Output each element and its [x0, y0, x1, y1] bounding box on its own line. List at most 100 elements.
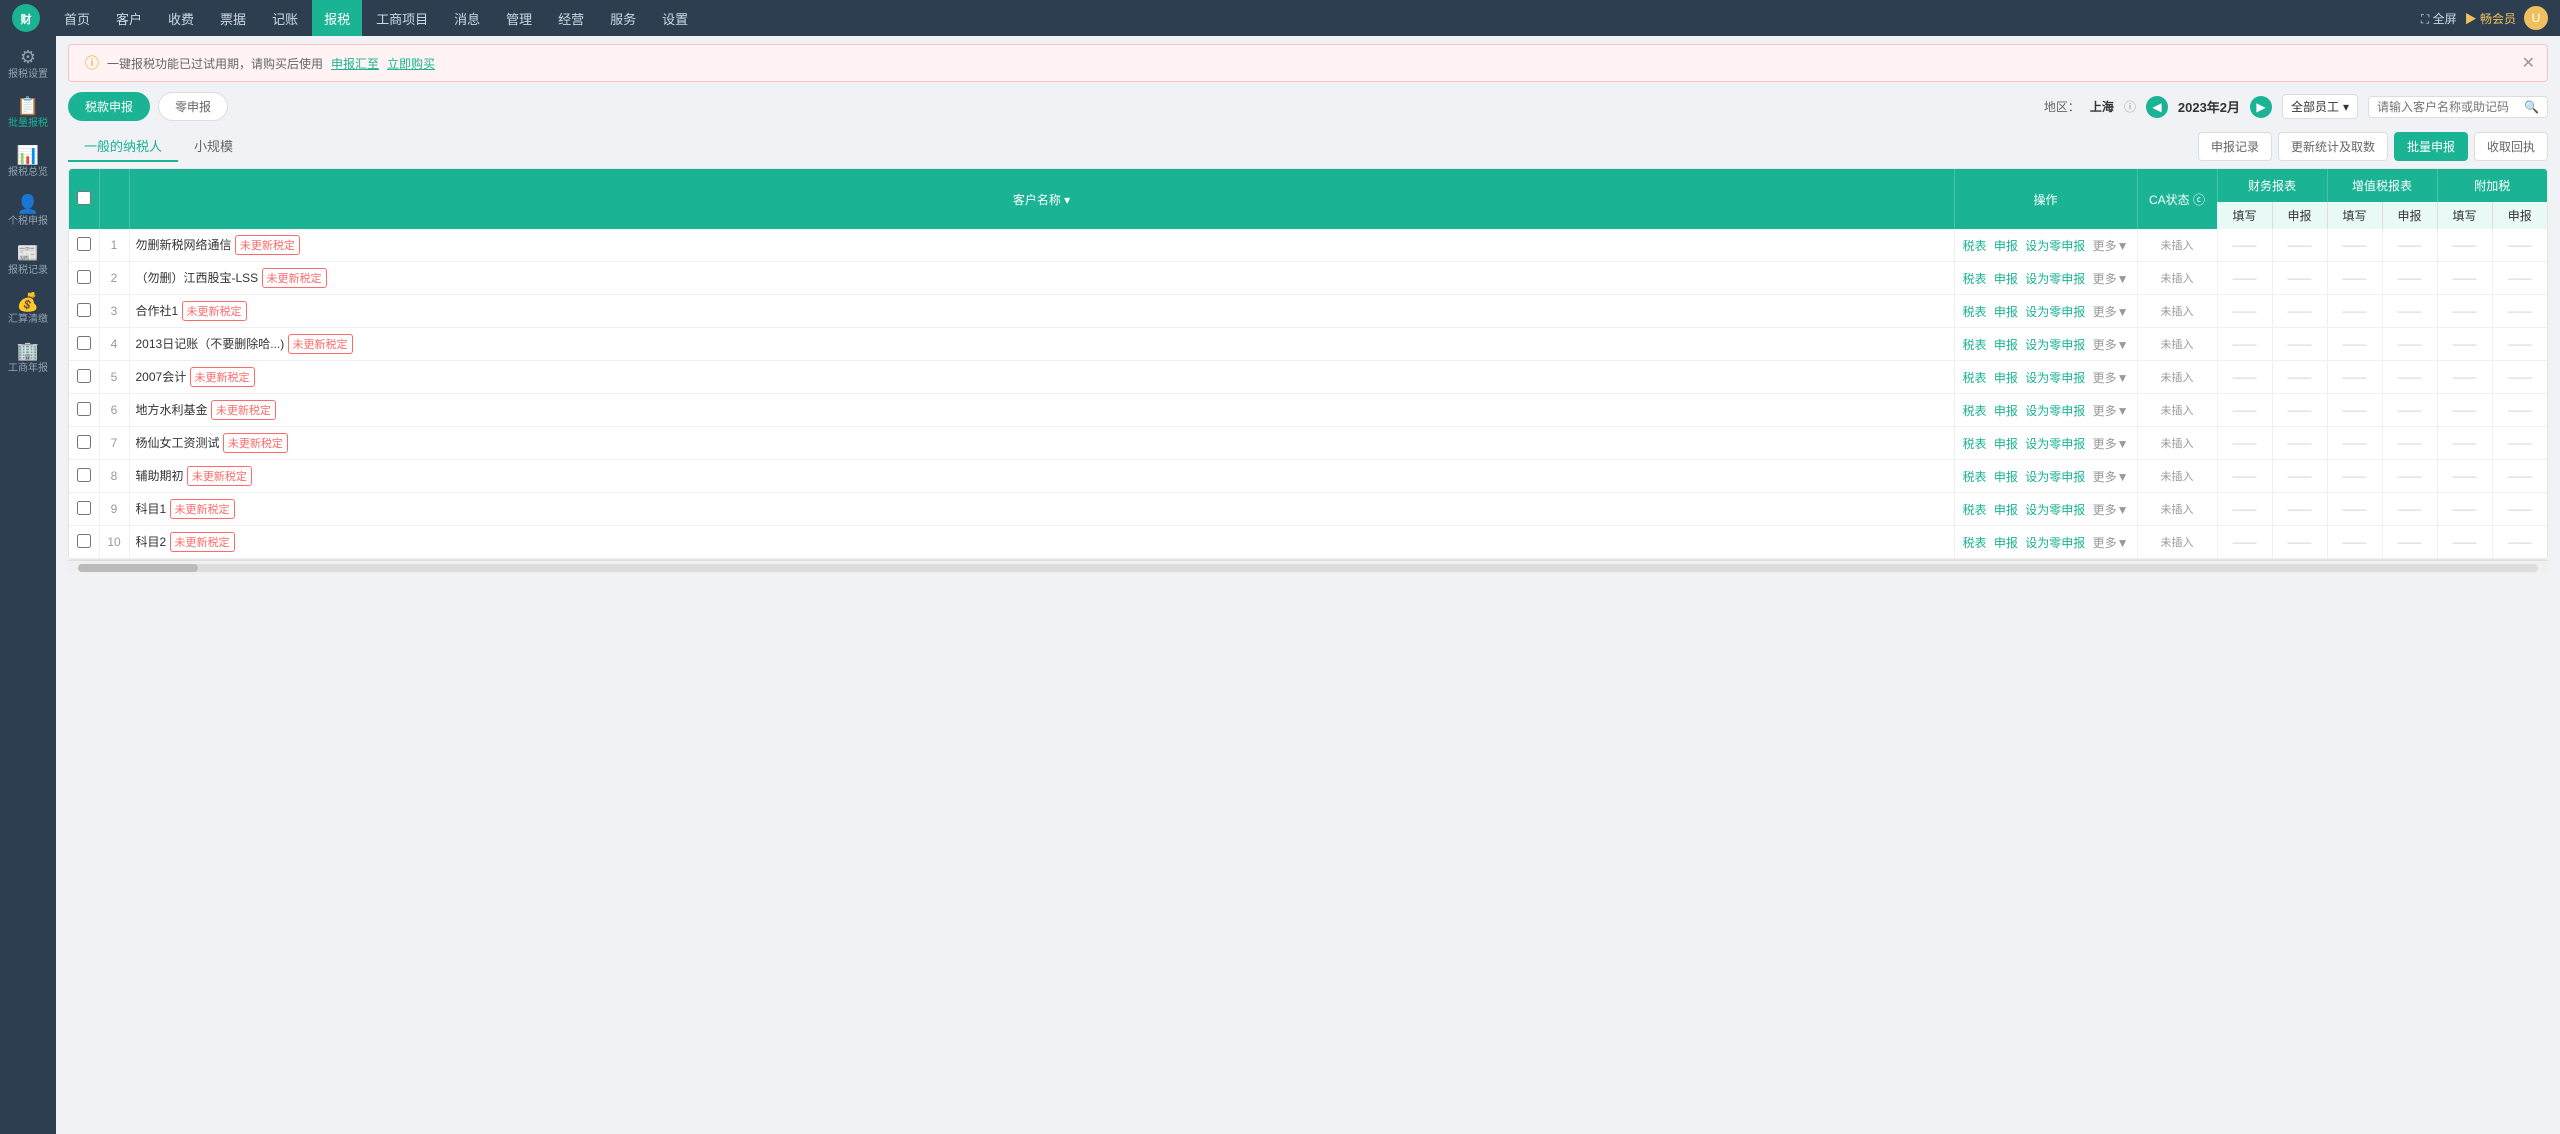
nav-customer[interactable]: 客户 [104, 0, 154, 36]
client-name-cell: 2013日记账（不要删除哈...) 未更新税定 [129, 328, 1954, 361]
sort-icon[interactable]: ▾ [1064, 193, 1070, 207]
op-more[interactable]: 更多▼ [2093, 404, 2129, 418]
record-btn[interactable]: 申报记录 [2198, 132, 2272, 161]
banner-link-report[interactable]: 申报汇至 [331, 55, 379, 72]
op-declare[interactable]: 申报 [1994, 338, 2018, 352]
op-declare[interactable]: 申报 [1994, 305, 2018, 319]
op-declare[interactable]: 申报 [1994, 404, 2018, 418]
batch-declare-btn[interactable]: 批量申报 [2394, 132, 2468, 161]
fullscreen-btn[interactable]: ⛶ 全屏 [2421, 10, 2457, 27]
nav-tax[interactable]: 报税 [312, 0, 362, 36]
op-zero-declare[interactable]: 设为零申报 [2025, 404, 2085, 418]
tax-apply-cell: —— [2382, 262, 2437, 295]
nav-manage[interactable]: 管理 [494, 0, 544, 36]
op-more[interactable]: 更多▼ [2093, 239, 2129, 253]
collect-receipt-btn[interactable]: 收取回执 [2474, 132, 2548, 161]
row-checkbox[interactable] [77, 534, 91, 548]
op-zero-declare[interactable]: 设为零申报 [2025, 338, 2085, 352]
tab-general-taxpayer[interactable]: 一般的纳税人 [68, 131, 178, 162]
row-checkbox[interactable] [77, 303, 91, 317]
scroll-thumb[interactable] [78, 564, 198, 572]
user-avatar[interactable]: U [2524, 6, 2548, 30]
op-zero-declare[interactable]: 设为零申报 [2025, 503, 2085, 517]
search-input[interactable] [2377, 100, 2520, 114]
search-box[interactable]: 🔍 [2368, 96, 2548, 118]
client-name: 辅助期初 [136, 469, 184, 483]
op-zero-declare[interactable]: 设为零申报 [2025, 371, 2085, 385]
op-tax-form[interactable]: 税表 [1963, 536, 1987, 550]
op-declare[interactable]: 申报 [1994, 536, 2018, 550]
banner-link-buy[interactable]: 立即购买 [387, 55, 435, 72]
sidebar-item-tax-overview[interactable]: 📊 报税总览 [0, 138, 56, 187]
op-more[interactable]: 更多▼ [2093, 470, 2129, 484]
tab-zero-declaration[interactable]: 零申报 [158, 92, 228, 121]
row-checkbox[interactable] [77, 336, 91, 350]
sidebar-item-personal-tax[interactable]: 👤 个税申报 [0, 187, 56, 236]
op-more[interactable]: 更多▼ [2093, 437, 2129, 451]
sidebar-item-batch-tax[interactable]: 📋 批量报税 [0, 89, 56, 138]
op-more[interactable]: 更多▼ [2093, 503, 2129, 517]
op-more[interactable]: 更多▼ [2093, 371, 2129, 385]
op-tax-form[interactable]: 税表 [1963, 338, 1987, 352]
op-zero-declare[interactable]: 设为零申报 [2025, 470, 2085, 484]
op-tax-form[interactable]: 税表 [1963, 371, 1987, 385]
op-more[interactable]: 更多▼ [2093, 305, 2129, 319]
nav-business[interactable]: 工商项目 [364, 0, 440, 36]
staff-selector[interactable]: 全部员工 ▾ [2282, 94, 2358, 119]
nav-bookkeeping[interactable]: 记账 [260, 0, 310, 36]
horizontal-scrollbar[interactable] [68, 560, 2548, 574]
client-name-cell: 科目1 未更新税定 [129, 493, 1954, 526]
select-all-checkbox[interactable] [77, 191, 91, 205]
update-stats-btn[interactable]: 更新统计及取数 [2278, 132, 2388, 161]
row-checkbox[interactable] [77, 270, 91, 284]
op-more[interactable]: 更多▼ [2093, 272, 2129, 286]
row-checkbox[interactable] [77, 369, 91, 383]
prev-month-btn[interactable]: ◀ [2146, 96, 2168, 118]
op-tax-form[interactable]: 税表 [1963, 503, 1987, 517]
row-checkbox[interactable] [77, 501, 91, 515]
op-declare[interactable]: 申报 [1994, 239, 2018, 253]
tab-tax-declaration[interactable]: 税款申报 [68, 92, 150, 121]
nav-message[interactable]: 消息 [442, 0, 492, 36]
sidebar-item-annual-settlement[interactable]: 💰 汇算清缴 [0, 285, 56, 334]
op-declare[interactable]: 申报 [1994, 503, 2018, 517]
nav-invoice[interactable]: 票据 [208, 0, 258, 36]
op-declare[interactable]: 申报 [1994, 470, 2018, 484]
sidebar-item-tax-record[interactable]: 📰 报税记录 [0, 236, 56, 285]
op-declare[interactable]: 申报 [1994, 272, 2018, 286]
op-more[interactable]: 更多▼ [2093, 338, 2129, 352]
tax-record-icon: 📰 [17, 244, 39, 262]
tax-apply-cell: —— [2382, 493, 2437, 526]
vip-btn[interactable]: ▶ 畅会员 [2465, 10, 2516, 27]
nav-settings[interactable]: 设置 [650, 0, 700, 36]
sidebar-item-tax-settings[interactable]: ⚙ 报税设置 [0, 40, 56, 89]
op-zero-declare[interactable]: 设为零申报 [2025, 239, 2085, 253]
op-zero-declare[interactable]: 设为零申报 [2025, 437, 2085, 451]
op-tax-form[interactable]: 税表 [1963, 272, 1987, 286]
row-checkbox[interactable] [77, 468, 91, 482]
sidebar-item-annual-report[interactable]: 🏢 工商年报 [0, 334, 56, 383]
op-tax-form[interactable]: 税表 [1963, 239, 1987, 253]
op-zero-declare[interactable]: 设为零申报 [2025, 305, 2085, 319]
op-zero-declare[interactable]: 设为零申报 [2025, 536, 2085, 550]
op-tax-form[interactable]: 税表 [1963, 470, 1987, 484]
row-checkbox[interactable] [77, 435, 91, 449]
client-name: 勿删新税网络通信 [136, 238, 232, 252]
op-zero-declare[interactable]: 设为零申报 [2025, 272, 2085, 286]
op-tax-form[interactable]: 税表 [1963, 437, 1987, 451]
nav-service[interactable]: 服务 [598, 0, 648, 36]
close-icon[interactable]: ✕ [2522, 53, 2535, 73]
nav-home[interactable]: 首页 [52, 0, 102, 36]
tab-small-scale[interactable]: 小规模 [178, 131, 249, 162]
next-month-btn[interactable]: ▶ [2250, 96, 2272, 118]
op-tax-form[interactable]: 税表 [1963, 404, 1987, 418]
op-declare[interactable]: 申报 [1994, 371, 2018, 385]
nav-fee[interactable]: 收费 [156, 0, 206, 36]
nav-operation[interactable]: 经营 [546, 0, 596, 36]
top-navigation: 财 首页 客户 收费 票据 记账 报税 工商项目 消息 管理 经营 服务 设置 … [0, 0, 2560, 36]
op-tax-form[interactable]: 税表 [1963, 305, 1987, 319]
op-declare[interactable]: 申报 [1994, 437, 2018, 451]
row-checkbox[interactable] [77, 402, 91, 416]
op-more[interactable]: 更多▼ [2093, 536, 2129, 550]
row-checkbox[interactable] [77, 237, 91, 251]
